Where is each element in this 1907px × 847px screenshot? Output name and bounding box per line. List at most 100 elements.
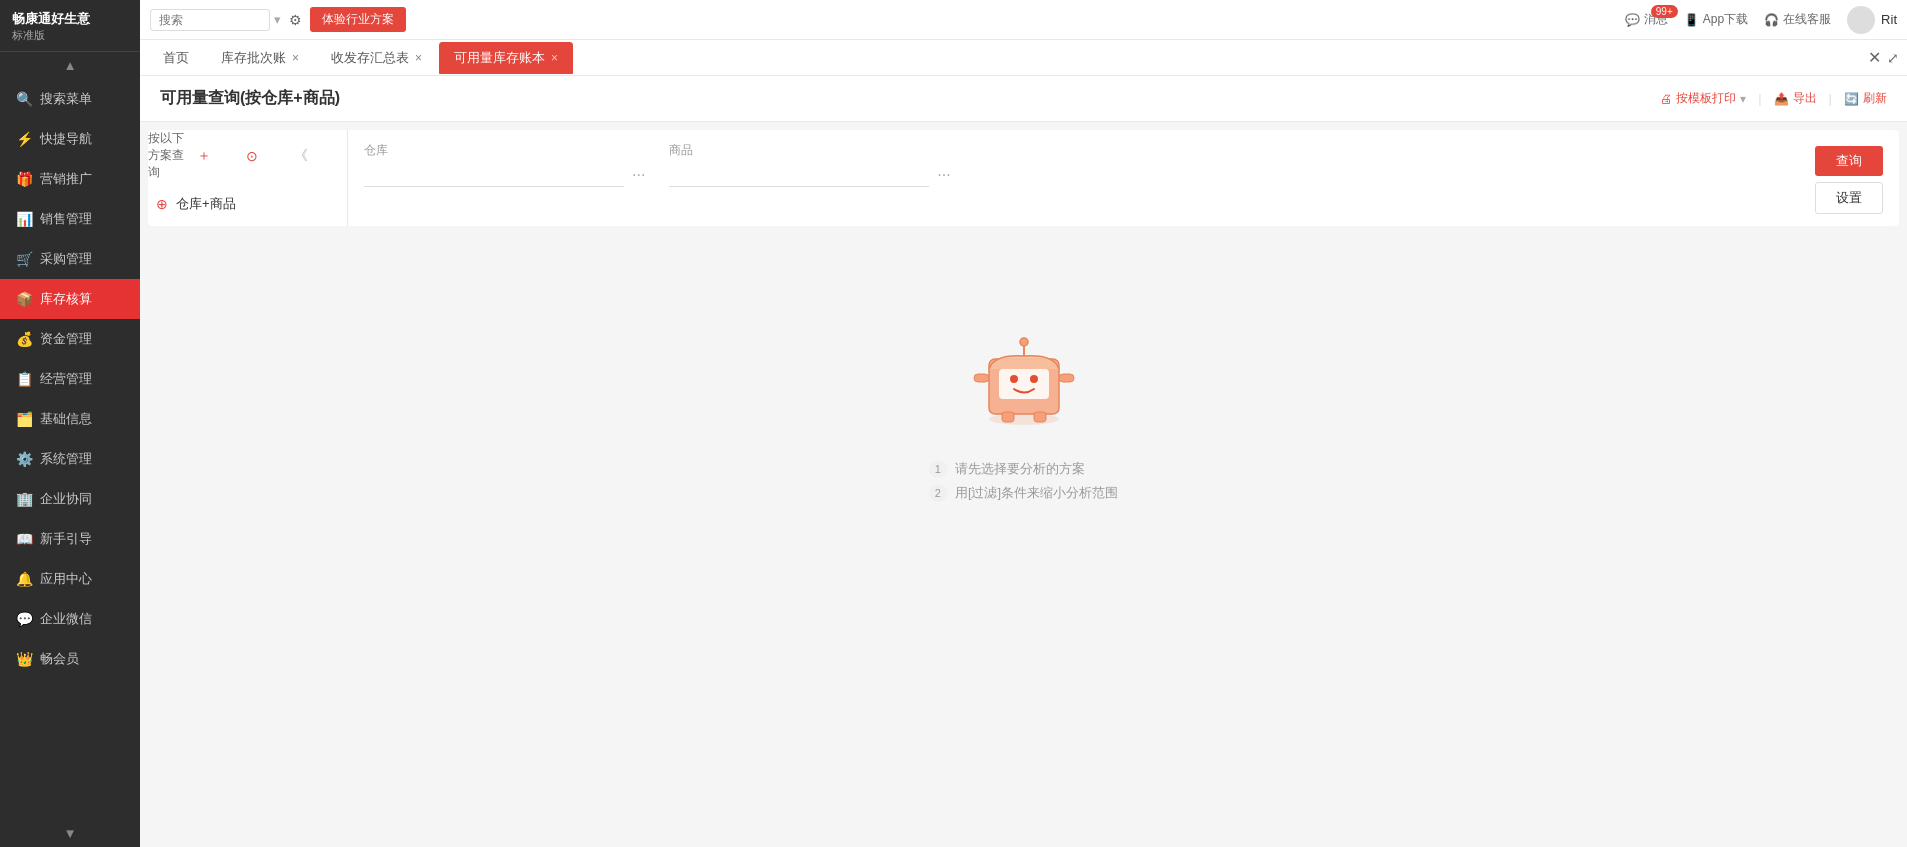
sidebar-item-wechat[interactable]: 💬 企业微信	[0, 599, 140, 639]
filter-container: 按以下方案查询 ＋ ⊙ 《 ⊕ 仓库+商品 仓库 ···	[148, 130, 1899, 226]
chevron-down-icon[interactable]: ▾	[1740, 92, 1746, 106]
sidebar-scroll-down[interactable]: ▼	[0, 820, 140, 847]
message-icon: 💬	[1625, 13, 1640, 27]
scheme-icon: ⊕	[156, 196, 168, 212]
goods-more[interactable]: ···	[937, 166, 950, 184]
sidebar-item-label: 经营管理	[40, 370, 92, 388]
sidebar-item-search[interactable]: 🔍 搜索菜单	[0, 79, 140, 119]
operations-icon: 📋	[16, 371, 32, 387]
sidebar-item-sales[interactable]: 📊 销售管理	[0, 199, 140, 239]
filter-schemes: 按以下方案查询 ＋ ⊙ 《 ⊕ 仓库+商品	[148, 130, 348, 226]
goods-label: 商品	[669, 142, 950, 159]
hint-text-1: 请先选择要分析的方案	[955, 460, 1085, 478]
separator: |	[1758, 91, 1761, 106]
filter-option-warehouse-goods[interactable]: ⊕ 仓库+商品	[148, 189, 335, 219]
sidebar-item-purchase[interactable]: 🛒 采购管理	[0, 239, 140, 279]
user-area[interactable]: Rit	[1847, 6, 1897, 34]
sidebar-item-app-center[interactable]: 🔔 应用中心	[0, 559, 140, 599]
tab-batch-ledger[interactable]: 库存批次账 ×	[206, 42, 314, 74]
marketing-icon: 🎁	[16, 171, 32, 187]
tabbar: 首页 库存批次账 × 收发存汇总表 × 可用量库存账本 × ✕ ⤢	[140, 40, 1907, 76]
app-subtitle: 标准版	[12, 28, 128, 43]
sidebar-item-marketing[interactable]: 🎁 营销推广	[0, 159, 140, 199]
empty-hint-1: 1 请先选择要分析的方案	[929, 460, 1118, 478]
sidebar-item-system[interactable]: ⚙️ 系统管理	[0, 439, 140, 479]
filter-settings-icon[interactable]: ⊙	[246, 148, 287, 164]
refresh-label: 刷新	[1863, 90, 1887, 107]
sidebar-logo: 畅康通好生意 标准版	[0, 0, 140, 52]
sidebar-item-basic-info[interactable]: 🗂️ 基础信息	[0, 399, 140, 439]
sidebar-item-label: 应用中心	[40, 570, 92, 588]
main-content: ▾ ⚙ 体验行业方案 💬 消息 99+ 📱 App下载 🎧 在线客服 Rit	[140, 0, 1907, 847]
printer-icon: 🖨	[1660, 92, 1672, 106]
page-title: 可用量查询(按仓库+商品)	[160, 88, 340, 109]
tab-home[interactable]: 首页	[148, 42, 204, 74]
export-button[interactable]: 📤 导出	[1774, 90, 1817, 107]
sidebar: 畅康通好生意 标准版 ▲ 🔍 搜索菜单 ⚡ 快捷导航 🎁 营销推广 📊 销售管理…	[0, 0, 140, 847]
sidebar-item-label: 资金管理	[40, 330, 92, 348]
wechat-icon: 💬	[16, 611, 32, 627]
goods-field: 商品 ···	[669, 142, 950, 187]
filter-add-icon[interactable]: ＋	[197, 147, 238, 165]
sidebar-scroll-up[interactable]: ▲	[0, 52, 140, 79]
filter-option-label: 仓库+商品	[176, 195, 236, 213]
filter-collapse-icon[interactable]: 《	[294, 147, 335, 165]
sidebar-item-inventory[interactable]: 📦 库存核算	[0, 279, 140, 319]
sidebar-item-finance[interactable]: 💰 资金管理	[0, 319, 140, 359]
gear-icon[interactable]: ⚙	[289, 12, 302, 28]
trial-button[interactable]: 体验行业方案	[310, 7, 406, 32]
svg-point-0	[989, 413, 1059, 425]
svg-rect-9	[1059, 374, 1074, 382]
settings-button[interactable]: 设置	[1815, 182, 1883, 214]
avatar	[1847, 6, 1875, 34]
svg-rect-8	[974, 374, 989, 382]
action-buttons: 查询 设置	[1815, 142, 1883, 214]
search-input[interactable]	[150, 9, 270, 31]
sidebar-item-label: 搜索菜单	[40, 90, 92, 108]
sidebar-item-label: 营销推广	[40, 170, 92, 188]
message-badge: 99+	[1651, 5, 1678, 18]
inventory-icon: 📦	[16, 291, 32, 307]
sidebar-item-label: 库存核算	[40, 290, 92, 308]
warehouse-input[interactable]	[364, 163, 624, 187]
tab-receipt-summary-close[interactable]: ×	[415, 51, 422, 65]
svg-rect-3	[999, 369, 1049, 399]
sidebar-item-label: 企业协同	[40, 490, 92, 508]
print-button[interactable]: 🖨 按模板打印 ▾	[1660, 90, 1746, 107]
service-label: 在线客服	[1783, 11, 1831, 28]
app-title: 畅康通好生意	[12, 10, 128, 28]
tabbar-expand-icon[interactable]: ⤢	[1887, 50, 1899, 66]
sidebar-item-label: 基础信息	[40, 410, 92, 428]
system-icon: ⚙️	[16, 451, 32, 467]
topbar-search-area: ▾	[150, 9, 281, 31]
page-content: 可用量查询(按仓库+商品) 🖨 按模板打印 ▾ | 📤 导出 | 🔄 刷新	[140, 76, 1907, 847]
chevron-down-icon[interactable]: ▾	[274, 12, 281, 27]
sidebar-item-quick-nav[interactable]: ⚡ 快捷导航	[0, 119, 140, 159]
filter-fields: 仓库 ··· 商品 ··· 查询 设置	[348, 130, 1899, 226]
export-label: 导出	[1793, 90, 1817, 107]
app-label: App下载	[1703, 11, 1748, 28]
app-download-button[interactable]: 📱 App下载	[1684, 11, 1748, 28]
tab-available-ledger[interactable]: 可用量库存账本 ×	[439, 42, 573, 74]
tab-batch-ledger-label: 库存批次账	[221, 49, 286, 67]
message-button[interactable]: 💬 消息 99+	[1625, 11, 1668, 28]
tab-batch-ledger-close[interactable]: ×	[292, 51, 299, 65]
query-button[interactable]: 查询	[1815, 146, 1883, 176]
tabbar-close-icon[interactable]: ✕	[1868, 48, 1881, 67]
sidebar-item-label: 销售管理	[40, 210, 92, 228]
tab-home-label: 首页	[163, 49, 189, 67]
warehouse-more[interactable]: ···	[632, 166, 645, 184]
sidebar-item-member[interactable]: 👑 畅会员	[0, 639, 140, 679]
sidebar-item-operations[interactable]: 📋 经营管理	[0, 359, 140, 399]
sidebar-item-label: 新手引导	[40, 530, 92, 548]
sidebar-item-enterprise[interactable]: 🏢 企业协同	[0, 479, 140, 519]
tab-receipt-summary[interactable]: 收发存汇总表 ×	[316, 42, 437, 74]
empty-illustration	[964, 314, 1084, 434]
quick-nav-icon: ⚡	[16, 131, 32, 147]
sidebar-item-guide[interactable]: 📖 新手引导	[0, 519, 140, 559]
tab-available-ledger-close[interactable]: ×	[551, 51, 558, 65]
online-service-button[interactable]: 🎧 在线客服	[1764, 11, 1831, 28]
goods-input[interactable]	[669, 163, 929, 187]
refresh-button[interactable]: 🔄 刷新	[1844, 90, 1887, 107]
mobile-icon: 📱	[1684, 13, 1699, 27]
